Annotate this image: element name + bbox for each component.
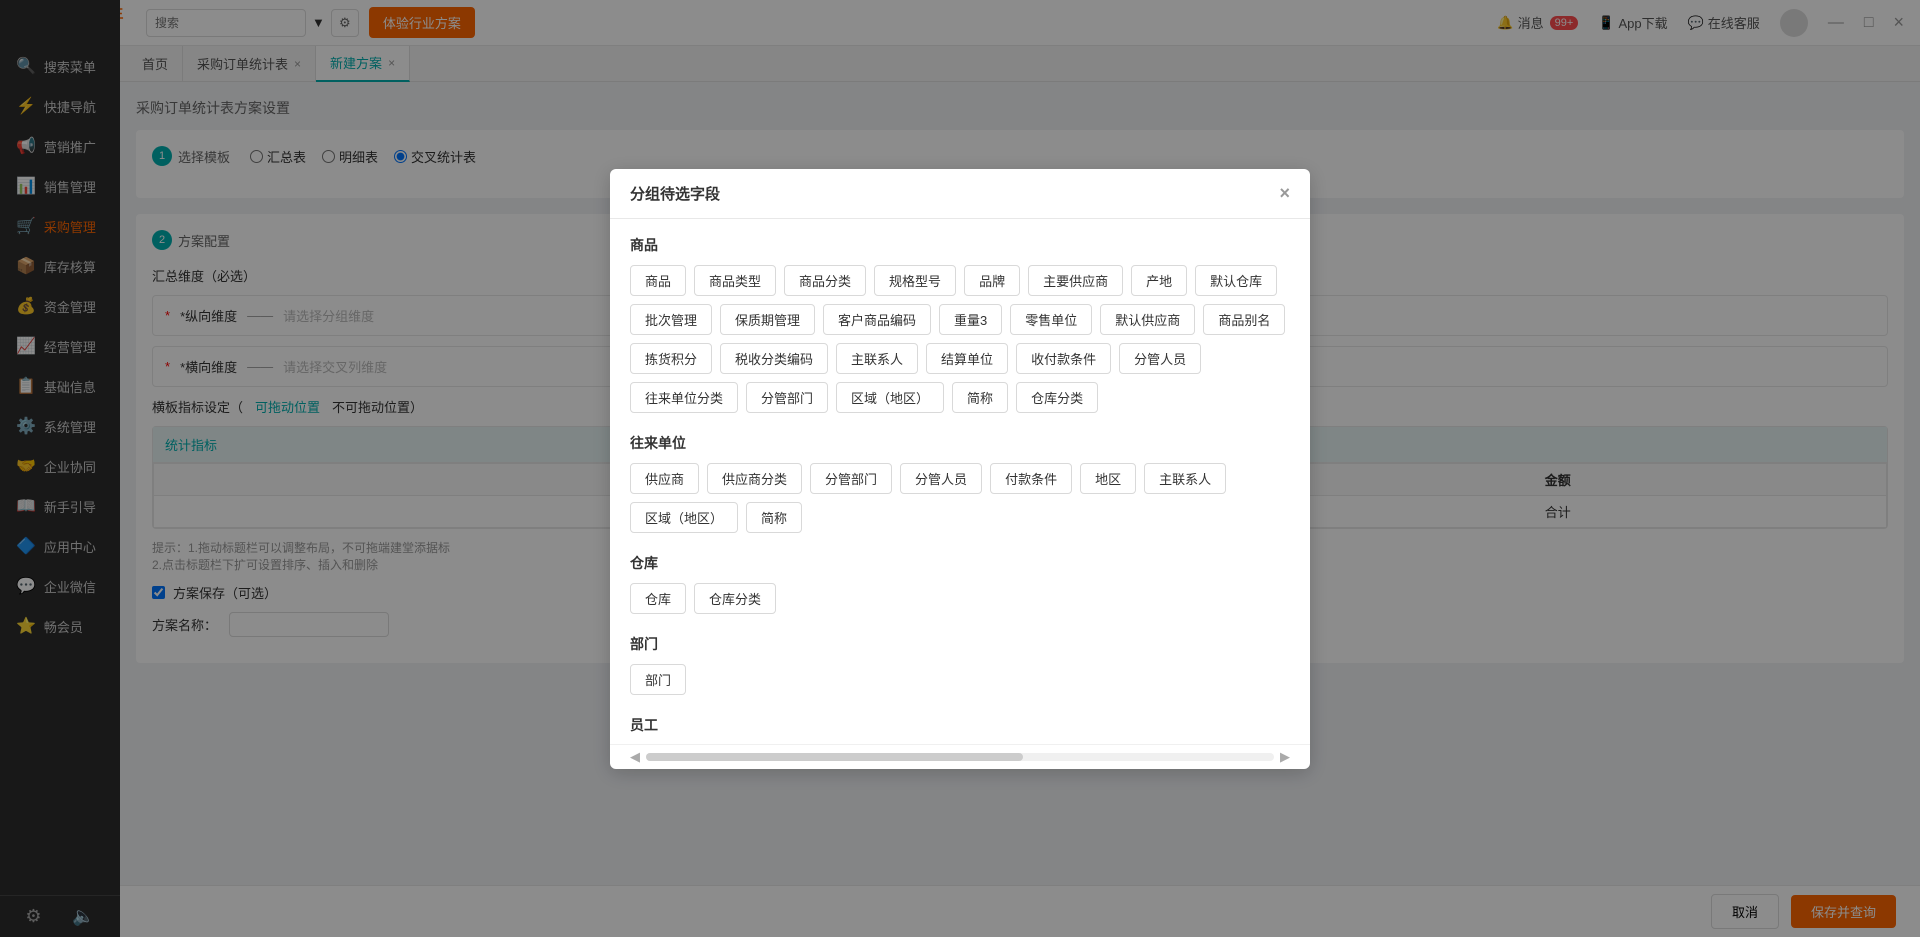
field-tag[interactable]: 收付款条件 — [1016, 343, 1111, 374]
field-tag[interactable]: 仓库 — [630, 583, 686, 614]
field-tag[interactable]: 分管人员 — [1119, 343, 1201, 374]
modal-body: 商品商品商品类型商品分类规格型号品牌主要供应商产地默认仓库批次管理保质期管理客户… — [610, 219, 1310, 744]
field-tag[interactable]: 默认仓库 — [1195, 265, 1277, 296]
field-tag[interactable]: 批次管理 — [630, 304, 712, 335]
modal-hscroll: ◀ ▶ — [610, 744, 1310, 769]
field-section-department: 部门部门 — [630, 634, 1290, 695]
section-title-department: 部门 — [630, 634, 1290, 654]
section-title-warehouse: 仓库 — [630, 553, 1290, 573]
field-tag[interactable]: 商品 — [630, 265, 686, 296]
modal-header: 分组待选字段 × — [610, 169, 1310, 219]
field-grid-products: 商品商品类型商品分类规格型号品牌主要供应商产地默认仓库批次管理保质期管理客户商品… — [630, 265, 1290, 413]
field-tag[interactable]: 零售单位 — [1010, 304, 1092, 335]
field-tag[interactable]: 地区 — [1080, 463, 1136, 494]
modal: 分组待选字段 × 商品商品商品类型商品分类规格型号品牌主要供应商产地默认仓库批次… — [610, 169, 1310, 769]
field-tag[interactable]: 供应商分类 — [707, 463, 802, 494]
field-tag[interactable]: 区域（地区） — [630, 502, 738, 533]
scroll-left-arrow[interactable]: ◀ — [630, 749, 640, 765]
field-tag[interactable]: 供应商 — [630, 463, 699, 494]
modal-title: 分组待选字段 — [630, 183, 720, 204]
field-tag[interactable]: 拣货积分 — [630, 343, 712, 374]
field-tag[interactable]: 主联系人 — [836, 343, 918, 374]
section-title-partners: 往来单位 — [630, 433, 1290, 453]
hscroll-track — [646, 753, 1274, 761]
field-tag[interactable]: 税收分类编码 — [720, 343, 828, 374]
field-section-warehouse: 仓库仓库仓库分类 — [630, 553, 1290, 614]
field-tag[interactable]: 商品类型 — [694, 265, 776, 296]
field-tag[interactable]: 客户商品编码 — [823, 304, 931, 335]
field-tag[interactable]: 商品分类 — [784, 265, 866, 296]
field-tag[interactable]: 商品别名 — [1203, 304, 1285, 335]
field-tag[interactable]: 结算单位 — [926, 343, 1008, 374]
field-tag[interactable]: 简称 — [746, 502, 802, 533]
field-tag[interactable]: 默认供应商 — [1100, 304, 1195, 335]
field-section-products: 商品商品商品类型商品分类规格型号品牌主要供应商产地默认仓库批次管理保质期管理客户… — [630, 235, 1290, 413]
field-tag[interactable]: 简称 — [952, 382, 1008, 413]
field-tag[interactable]: 主联系人 — [1144, 463, 1226, 494]
field-tag[interactable]: 产地 — [1131, 265, 1187, 296]
field-grid-warehouse: 仓库仓库分类 — [630, 583, 1290, 614]
field-tag[interactable]: 保质期管理 — [720, 304, 815, 335]
field-tag[interactable]: 品牌 — [964, 265, 1020, 296]
field-tag[interactable]: 区域（地区） — [836, 382, 944, 413]
section-title-employee: 员工 — [630, 715, 1290, 735]
modal-overlay: 分组待选字段 × 商品商品商品类型商品分类规格型号品牌主要供应商产地默认仓库批次… — [0, 0, 1920, 937]
section-title-products: 商品 — [630, 235, 1290, 255]
field-tag[interactable]: 仓库分类 — [1016, 382, 1098, 413]
field-tag[interactable]: 往来单位分类 — [630, 382, 738, 413]
scroll-right-arrow[interactable]: ▶ — [1280, 749, 1290, 765]
field-tag[interactable]: 规格型号 — [874, 265, 956, 296]
field-tag[interactable]: 分管部门 — [810, 463, 892, 494]
modal-close-button[interactable]: × — [1279, 183, 1290, 204]
field-grid-partners: 供应商供应商分类分管部门分管人员付款条件地区主联系人区域（地区） 简称 — [630, 463, 1290, 533]
field-tag[interactable]: 重量3 — [939, 304, 1002, 335]
field-tag[interactable]: 付款条件 — [990, 463, 1072, 494]
hscroll-thumb — [646, 753, 1023, 761]
field-tag[interactable]: 主要供应商 — [1028, 265, 1123, 296]
field-tag[interactable]: 仓库分类 — [694, 583, 776, 614]
field-grid-department: 部门 — [630, 664, 1290, 695]
field-tag[interactable]: 分管部门 — [746, 382, 828, 413]
field-tag[interactable]: 分管人员 — [900, 463, 982, 494]
field-section-partners: 往来单位供应商供应商分类分管部门分管人员付款条件地区主联系人区域（地区） 简称 — [630, 433, 1290, 533]
field-section-employee: 员工业务员 — [630, 715, 1290, 744]
field-tag[interactable]: 部门 — [630, 664, 686, 695]
